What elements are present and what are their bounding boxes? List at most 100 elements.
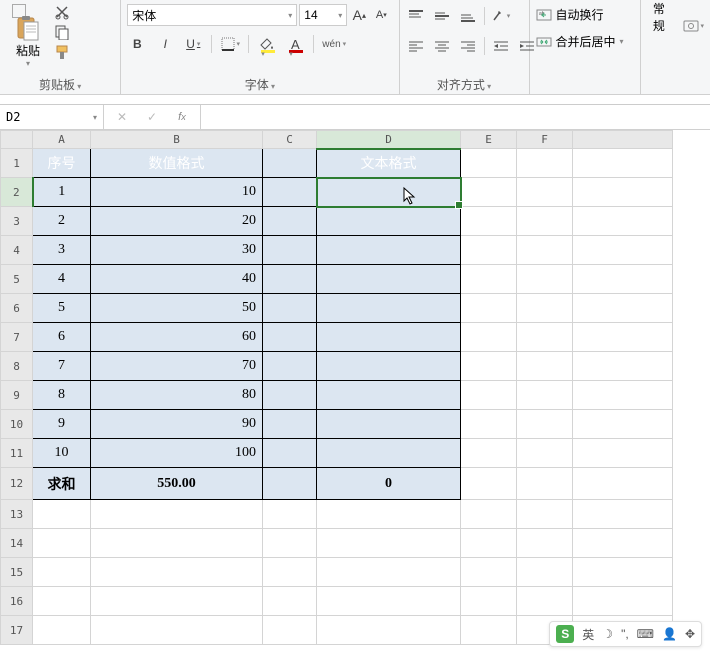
ime-settings-icon[interactable]: ✥ — [685, 627, 695, 641]
accept-formula-button[interactable]: ✓ — [142, 107, 162, 127]
cell[interactable] — [461, 616, 517, 645]
merge-center-button[interactable]: 合并后居中 ▾ — [536, 33, 624, 50]
cell[interactable]: 30 — [91, 236, 263, 265]
header-cell[interactable]: 数值格式 — [91, 149, 263, 178]
cell[interactable] — [517, 236, 573, 265]
indent-increase-button[interactable] — [517, 36, 537, 56]
fill-color-button[interactable] — [257, 34, 277, 54]
cell[interactable] — [573, 410, 673, 439]
cell[interactable] — [263, 439, 317, 468]
cell[interactable] — [573, 558, 673, 587]
font-color-button[interactable]: A — [285, 34, 305, 54]
cell[interactable] — [317, 236, 461, 265]
currency-button[interactable] — [683, 16, 705, 36]
cell[interactable]: 90 — [91, 410, 263, 439]
cell[interactable] — [461, 468, 517, 500]
cell[interactable] — [461, 410, 517, 439]
row-header[interactable]: 2 — [1, 178, 33, 207]
header-cell[interactable]: 文本格式 — [317, 149, 461, 178]
italic-button[interactable]: I — [155, 34, 175, 54]
cell[interactable]: 5 — [33, 294, 91, 323]
cell[interactable] — [517, 149, 573, 178]
cell[interactable] — [517, 207, 573, 236]
cell[interactable] — [317, 265, 461, 294]
cell[interactable]: 9 — [33, 410, 91, 439]
column-header[interactable] — [573, 131, 673, 149]
column-header[interactable]: C — [263, 131, 317, 149]
indent-decrease-button[interactable] — [491, 36, 511, 56]
ime-person-icon[interactable]: 👤 — [662, 627, 677, 641]
cell[interactable] — [317, 207, 461, 236]
row-header[interactable]: 8 — [1, 352, 33, 381]
cell[interactable] — [91, 587, 263, 616]
cell[interactable] — [573, 323, 673, 352]
phonetic-button[interactable]: wén — [322, 34, 346, 54]
cell[interactable] — [317, 178, 461, 207]
bold-button[interactable]: B — [127, 34, 147, 54]
column-header[interactable]: E — [461, 131, 517, 149]
cell[interactable] — [461, 529, 517, 558]
cell[interactable] — [573, 381, 673, 410]
cell[interactable] — [317, 352, 461, 381]
cell[interactable]: 4 — [33, 265, 91, 294]
cell[interactable] — [573, 294, 673, 323]
cell[interactable] — [317, 381, 461, 410]
cell[interactable]: 10 — [33, 439, 91, 468]
cell[interactable] — [317, 616, 461, 645]
cell[interactable] — [263, 178, 317, 207]
cell[interactable] — [263, 558, 317, 587]
sum-cell[interactable]: 求和 — [33, 468, 91, 500]
align-bottom-button[interactable] — [458, 6, 478, 26]
cell[interactable] — [517, 265, 573, 294]
cell[interactable] — [317, 323, 461, 352]
cell[interactable] — [263, 149, 317, 178]
row-header[interactable]: 14 — [1, 529, 33, 558]
cell[interactable] — [517, 439, 573, 468]
cell[interactable] — [461, 352, 517, 381]
cell[interactable] — [573, 207, 673, 236]
cell[interactable] — [461, 500, 517, 529]
column-header[interactable]: A — [33, 131, 91, 149]
cell[interactable] — [263, 323, 317, 352]
cell[interactable]: 60 — [91, 323, 263, 352]
sum-cell[interactable]: 550.00 — [91, 468, 263, 500]
cell[interactable] — [461, 558, 517, 587]
formula-input[interactable] — [201, 105, 710, 129]
column-header[interactable]: D — [317, 131, 461, 149]
row-header[interactable]: 5 — [1, 265, 33, 294]
ime-keyboard-icon[interactable]: ⌨ — [637, 627, 654, 641]
align-center-button[interactable] — [432, 36, 452, 56]
wrap-text-button[interactable]: ab 自动换行 — [536, 6, 604, 23]
shrink-font-button[interactable]: A▾ — [371, 5, 391, 25]
row-header[interactable]: 12 — [1, 468, 33, 500]
row-header[interactable]: 11 — [1, 439, 33, 468]
row-header[interactable]: 4 — [1, 236, 33, 265]
number-format-select[interactable]: 常规 — [647, 6, 683, 28]
cell[interactable]: 7 — [33, 352, 91, 381]
row-header[interactable]: 15 — [1, 558, 33, 587]
cell[interactable] — [461, 439, 517, 468]
cell[interactable]: 50 — [91, 294, 263, 323]
cell[interactable] — [461, 178, 517, 207]
cell[interactable] — [517, 381, 573, 410]
cell[interactable] — [517, 410, 573, 439]
cell[interactable] — [263, 529, 317, 558]
cell[interactable] — [461, 381, 517, 410]
cell[interactable] — [33, 529, 91, 558]
format-painter-button[interactable] — [54, 44, 70, 60]
ime-punct-icon[interactable]: ", — [621, 627, 629, 641]
font-name-select[interactable]: 宋体▾ — [127, 4, 297, 26]
cell[interactable]: 40 — [91, 265, 263, 294]
cell[interactable] — [263, 468, 317, 500]
grow-font-button[interactable]: A▴ — [349, 5, 369, 25]
cell[interactable] — [517, 587, 573, 616]
row-header[interactable]: 16 — [1, 587, 33, 616]
align-middle-button[interactable] — [432, 6, 452, 26]
sum-cell[interactable]: 0 — [317, 468, 461, 500]
header-cell[interactable]: 序号 — [33, 149, 91, 178]
row-header[interactable]: 17 — [1, 616, 33, 645]
align-right-button[interactable] — [458, 36, 478, 56]
cell[interactable] — [517, 558, 573, 587]
cell[interactable]: 6 — [33, 323, 91, 352]
cell[interactable] — [263, 294, 317, 323]
